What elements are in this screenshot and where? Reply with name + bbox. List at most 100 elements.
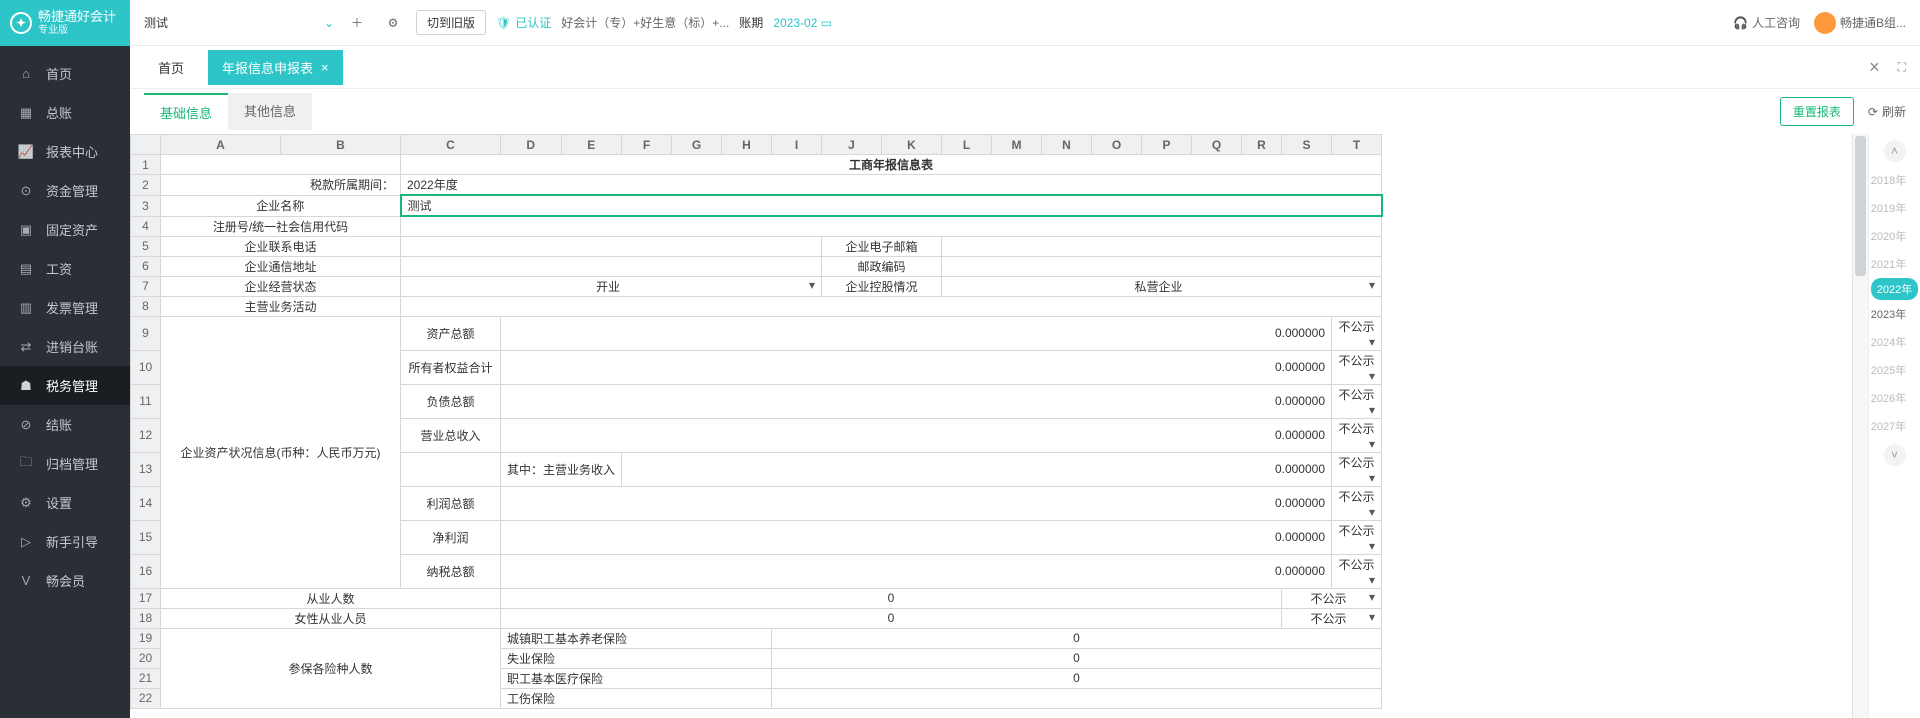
col-header-O[interactable]: O [1092,135,1142,155]
col-header-B[interactable]: B [281,135,401,155]
publish-select[interactable]: 不公示▾ [1332,350,1382,384]
publish-select[interactable]: 不公示▾ [1332,554,1382,588]
business-status-select[interactable]: 开业▾ [401,276,822,296]
row-header-4[interactable]: 4 [131,216,161,236]
sidebar-item-asset[interactable]: ▣固定资产 [0,210,130,249]
row-header-17[interactable]: 17 [131,588,161,608]
row-header-6[interactable]: 6 [131,256,161,276]
col-header-K[interactable]: K [882,135,942,155]
row-header-10[interactable]: 10 [131,350,161,384]
sidebar-item-tax[interactable]: ☗税务管理 [0,366,130,405]
year-2024年: 2024年 [1871,328,1918,356]
col-header-M[interactable]: M [992,135,1042,155]
col-header-J[interactable]: J [822,135,882,155]
add-button[interactable]: ＋ [344,10,370,36]
col-header-R[interactable]: R [1242,135,1282,155]
col-header-A[interactable]: A [161,135,281,155]
expand-icon[interactable]: ⛶ [1898,60,1906,75]
row-header-14[interactable]: 14 [131,486,161,520]
year-2020年: 2020年 [1871,222,1918,250]
sidebar: ✦ 畅捷通好会计 专业版 ⌂首页▦总账📈报表中心⊙资金管理▣固定资产▤工资▥发票… [0,0,130,718]
sidebar-item-fund[interactable]: ⊙资金管理 [0,171,130,210]
close-icon[interactable]: × [321,60,329,75]
close-all-button[interactable]: × [1861,57,1888,78]
reset-button[interactable]: 重置报表 [1780,97,1854,126]
sidebar-item-salary[interactable]: ▤工资 [0,249,130,288]
publish-select[interactable]: 不公示▾ [1332,520,1382,554]
publish-select[interactable]: 不公示▾ [1332,384,1382,418]
year-2023年[interactable]: 2023年 [1871,300,1918,328]
user-menu[interactable]: 畅捷通B组... [1814,12,1906,34]
period-value[interactable]: 2023-02 ▭ [773,16,832,30]
sidebar-item-archive[interactable]: 🗀归档管理 [0,444,130,483]
col-header-L[interactable]: L [942,135,992,155]
shield-icon: 🛡 [496,16,511,30]
reg-number-input[interactable] [401,216,1382,236]
row-header-2[interactable]: 2 [131,175,161,196]
sidebar-item-home[interactable]: ⌂首页 [0,54,130,93]
refresh-button[interactable]: ⟳ 刷新 [1868,103,1906,120]
row-header-8[interactable]: 8 [131,296,161,316]
spreadsheet[interactable]: ABCDEFGHIJKLMNOPQRST1工商年报信息表2税款所属期间：2022… [130,134,1852,718]
avatar [1814,12,1836,34]
row-header-9[interactable]: 9 [131,316,161,350]
company-selector[interactable]: 测试 ⌄ [144,14,334,31]
col-header-E[interactable]: E [561,135,622,155]
vertical-scrollbar[interactable] [1852,134,1868,718]
year-2022年[interactable]: 2022年 [1871,278,1918,300]
col-header-Q[interactable]: Q [1192,135,1242,155]
row-header-1[interactable]: 1 [131,155,161,175]
col-header-I[interactable]: I [772,135,822,155]
row-header-12[interactable]: 12 [131,418,161,452]
company-name-input[interactable]: 测试 [401,195,1382,216]
col-header-C[interactable]: C [401,135,501,155]
col-header-T[interactable]: T [1332,135,1382,155]
row-header-18[interactable]: 18 [131,608,161,628]
publish-select[interactable]: 不公示▾ [1332,486,1382,520]
old-version-button[interactable]: 切到旧版 [416,10,486,35]
row-header-3[interactable]: 3 [131,195,161,216]
logo[interactable]: ✦ 畅捷通好会计 专业版 [0,0,130,46]
sidebar-item-settings[interactable]: ⚙设置 [0,483,130,522]
subtab-other[interactable]: 其他信息 [228,93,312,130]
sidebar-item-close[interactable]: ⊘结账 [0,405,130,444]
col-header-H[interactable]: H [722,135,772,155]
sidebar-item-vip[interactable]: V畅会员 [0,561,130,600]
row-header-22[interactable]: 22 [131,688,161,708]
row-header-5[interactable]: 5 [131,236,161,256]
col-header-D[interactable]: D [501,135,562,155]
col-header-G[interactable]: G [672,135,722,155]
publish-select[interactable]: 不公示▾ [1332,452,1382,486]
insurance-group-label: 参保各险种人数 [161,628,501,708]
tab-home[interactable]: 首页 [144,50,198,85]
company-name: 测试 [144,14,168,31]
sidebar-item-invoice[interactable]: ▥发票管理 [0,288,130,327]
row-header-15[interactable]: 15 [131,520,161,554]
row-header-7[interactable]: 7 [131,276,161,296]
year-down-icon[interactable]: ˅ [1884,444,1906,466]
col-header-N[interactable]: N [1042,135,1092,155]
support-link[interactable]: 🎧 人工咨询 [1733,14,1800,31]
publish-select[interactable]: 不公示▾ [1332,418,1382,452]
row-header-19[interactable]: 19 [131,628,161,648]
holding-select[interactable]: 私营企业▾ [942,276,1382,296]
row-header-16[interactable]: 16 [131,554,161,588]
row-header-13[interactable]: 13 [131,452,161,486]
sidebar-item-report[interactable]: 📈报表中心 [0,132,130,171]
gear-icon[interactable]: ⚙ [380,10,406,36]
row-header-11[interactable]: 11 [131,384,161,418]
subtab-basic[interactable]: 基础信息 [144,93,228,130]
tab-annual-report[interactable]: 年报信息申报表 × [208,50,343,85]
row-header-21[interactable]: 21 [131,668,161,688]
col-header-S[interactable]: S [1282,135,1332,155]
col-header-F[interactable]: F [622,135,672,155]
col-header-P[interactable]: P [1142,135,1192,155]
headset-icon: 🎧 [1733,16,1748,30]
sidebar-item-stock[interactable]: ⇄进销台账 [0,327,130,366]
publish-select[interactable]: 不公示▾ [1332,316,1382,350]
row-header-20[interactable]: 20 [131,648,161,668]
vip-icon: V [18,573,34,589]
year-up-icon[interactable]: ˄ [1884,140,1906,162]
sidebar-item-guide[interactable]: ▷新手引导 [0,522,130,561]
sidebar-item-ledger[interactable]: ▦总账 [0,93,130,132]
